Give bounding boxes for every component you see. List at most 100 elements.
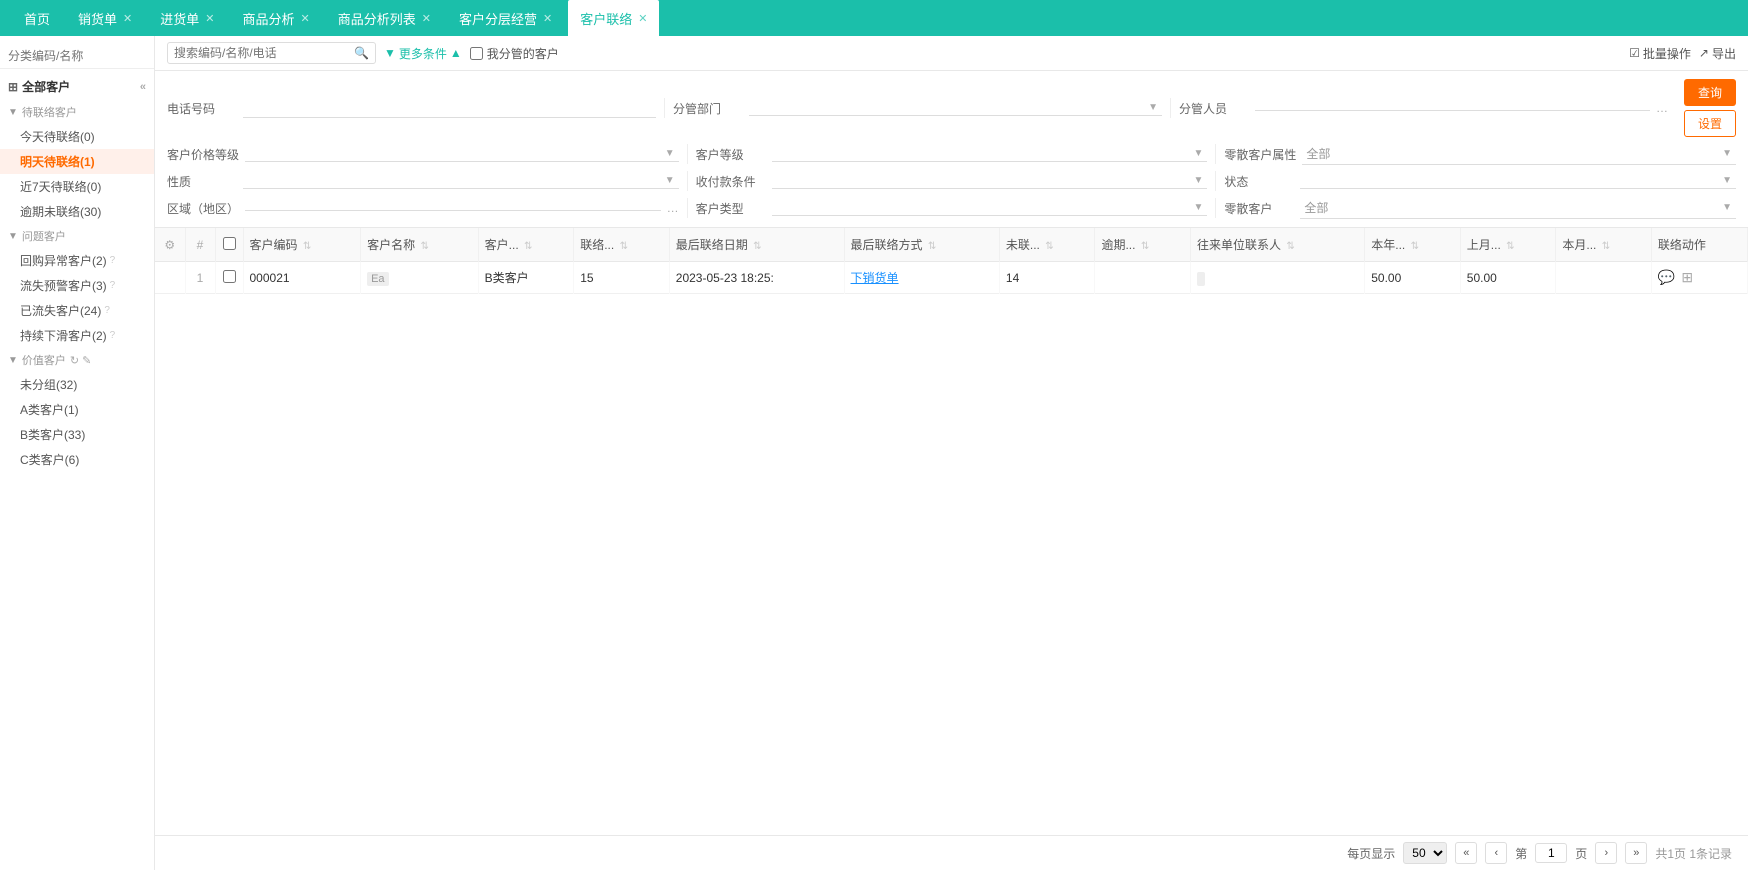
problem-group-label[interactable]: ▼ 问题客户 <box>0 224 154 248</box>
status-select[interactable]: ▼ <box>1300 173 1736 189</box>
help-icon-3[interactable]: ? <box>104 305 110 316</box>
sidebar-search-input[interactable] <box>8 49 155 63</box>
col-customer-code[interactable]: 客户编码 ⇅ <box>243 228 361 262</box>
col-settings[interactable]: ⚙ <box>155 228 185 262</box>
sidebar-item-today-contact[interactable]: 今天待联络(0) <box>0 124 154 149</box>
filter-retail-attr: 零散客户属性 全部 ▼ <box>1224 143 1736 165</box>
sidebar-item-declining[interactable]: 持续下滑客户(2) ? <box>0 323 154 348</box>
row-check[interactable] <box>215 262 243 294</box>
help-icon-2[interactable]: ? <box>110 280 116 291</box>
nav-product-analysis[interactable]: 商品分析 ✕ <box>230 0 321 36</box>
col-customer-type[interactable]: 客户... ⇅ <box>478 228 574 262</box>
close-customer-contact-icon[interactable]: ✕ <box>638 12 647 25</box>
grid-icon: ⊞ <box>8 80 18 94</box>
col-this-year[interactable]: 本年... ⇅ <box>1365 228 1461 262</box>
dept-select[interactable]: ▼ <box>749 100 1162 116</box>
sidebar: 🔍 ⊞ 全部客户 « ▼ 待联络客户 今天待联络(0) 明天待联络(1) 近7天… <box>0 36 155 870</box>
filter-customer-level: 客户等级 ▼ <box>696 146 1208 163</box>
export-btn[interactable]: ↗ 导出 <box>1699 45 1736 62</box>
nav-customer-contact[interactable]: 客户联络 ✕ <box>568 0 659 36</box>
bulk-action-btn[interactable]: ☑ 批量操作 <box>1629 45 1691 62</box>
query-button[interactable]: 查询 <box>1684 79 1736 106</box>
set-button[interactable]: 设置 <box>1684 110 1736 137</box>
phone-input[interactable] <box>243 99 656 118</box>
price-level-select[interactable]: ▼ <box>245 146 679 162</box>
page-size-select[interactable]: 50 <box>1403 842 1447 864</box>
more-conditions-btn[interactable]: ▼ 更多条件 ▲ <box>384 45 462 62</box>
page-input[interactable] <box>1535 843 1567 863</box>
row-last-contact-method[interactable]: 下销货单 <box>844 262 999 294</box>
checkbox-icon: ☑ <box>1629 46 1640 60</box>
last-page-btn[interactable]: » <box>1625 842 1647 864</box>
next-page-btn[interactable]: › <box>1595 842 1617 864</box>
close-product-analysis-icon[interactable]: ✕ <box>301 12 310 25</box>
close-product-analysis-list-icon[interactable]: ✕ <box>422 12 431 25</box>
region-more-dots[interactable]: … <box>667 201 679 215</box>
search-icon[interactable]: 🔍 <box>354 46 369 60</box>
action-icons: 💬 ⊞ <box>1658 269 1741 286</box>
filter-row-1: 电话号码 分管部门 ▼ 分管人员 … 查询 <box>167 79 1736 137</box>
col-last-contact-date[interactable]: 最后联络日期 ⇅ <box>669 228 844 262</box>
col-uncontacted[interactable]: 未联... ⇅ <box>999 228 1095 262</box>
arrow-down-icon-3: ▼ <box>8 355 18 366</box>
contact-method-link[interactable]: 下销货单 <box>851 271 899 285</box>
sidebar-item-churn-warning[interactable]: 流失预警客户(3) ? <box>0 273 154 298</box>
export-icon: ↗ <box>1699 46 1709 60</box>
sidebar-item-ungrouped[interactable]: 未分组(32) <box>0 372 154 397</box>
col-overdue[interactable]: 逾期... ⇅ <box>1095 228 1191 262</box>
all-customers-title[interactable]: ⊞ 全部客户 « <box>0 73 154 100</box>
action-qr-icon[interactable]: ⊞ <box>1681 269 1693 286</box>
prev-page-btn[interactable]: ‹ <box>1485 842 1507 864</box>
nav-home[interactable]: 首页 <box>12 0 62 36</box>
col-this-month[interactable]: 本月... ⇅ <box>1556 228 1652 262</box>
collapse-icon[interactable]: « <box>140 81 146 93</box>
col-last-month[interactable]: 上月... ⇅ <box>1460 228 1556 262</box>
value-group-label[interactable]: ▼ 价值客户 ↻ ✎ <box>0 348 154 372</box>
value-group-refresh-icon[interactable]: ↻ <box>70 354 79 367</box>
filter-price-level: 客户价格等级 ▼ <box>167 146 679 163</box>
col-customer-name[interactable]: 客户名称 ⇅ <box>361 228 479 262</box>
retail-customer-select[interactable]: 全部 ▼ <box>1300 197 1736 219</box>
first-page-btn[interactable]: « <box>1455 842 1477 864</box>
sidebar-item-churned[interactable]: 已流失客户(24) ? <box>0 298 154 323</box>
col-last-contact-method[interactable]: 最后联络方式 ⇅ <box>844 228 999 262</box>
select-all-checkbox[interactable] <box>223 237 236 250</box>
value-group-edit-icon[interactable]: ✎ <box>82 354 91 367</box>
payment-select[interactable]: ▼ <box>772 173 1208 189</box>
help-icon-4[interactable]: ? <box>110 330 116 341</box>
search-input[interactable] <box>174 46 354 60</box>
sidebar-item-type-b[interactable]: B类客户(33) <box>0 422 154 447</box>
close-purchase-order-icon[interactable]: ✕ <box>205 12 214 25</box>
col-contact-count[interactable]: 联络... ⇅ <box>574 228 670 262</box>
sidebar-item-type-a[interactable]: A类客户(1) <box>0 397 154 422</box>
close-sales-order-icon[interactable]: ✕ <box>123 12 132 25</box>
sidebar-item-tomorrow-contact[interactable]: 明天待联络(1) <box>0 149 154 174</box>
nav-customer-tier[interactable]: 客户分层经营 ✕ <box>447 0 564 36</box>
row-checkbox[interactable] <box>223 270 236 283</box>
my-customers-checkbox-wrap[interactable]: 我分管的客户 <box>470 45 559 62</box>
col-check[interactable] <box>215 228 243 262</box>
customer-type-select[interactable]: ▼ <box>772 200 1208 216</box>
nav-purchase-order[interactable]: 进货单 ✕ <box>148 0 226 36</box>
right-actions: ☑ 批量操作 ↗ 导出 <box>1629 45 1736 62</box>
gender-select[interactable]: ▼ <box>243 173 679 189</box>
nav-product-analysis-list[interactable]: 商品分析列表 ✕ <box>326 0 443 36</box>
retail-attr-select[interactable]: 全部 ▼ <box>1302 143 1736 165</box>
action-message-icon[interactable]: 💬 <box>1658 269 1675 286</box>
sidebar-item-repurchase-abnormal[interactable]: 回购异常客户(2) ? <box>0 248 154 273</box>
customer-level-select[interactable]: ▼ <box>772 146 1208 162</box>
filter-region: 区域（地区） … <box>167 200 679 217</box>
help-icon-1[interactable]: ? <box>110 255 116 266</box>
dept-select-arrow: ▼ <box>1148 102 1158 113</box>
filter-payment: 收付款条件 ▼ <box>696 173 1208 190</box>
sidebar-item-overdue-contact[interactable]: 逾期未联络(30) <box>0 199 154 224</box>
nav-sales-order[interactable]: 销货单 ✕ <box>66 0 144 36</box>
person-more-dots[interactable]: … <box>1656 101 1668 115</box>
my-customers-checkbox[interactable] <box>470 47 483 60</box>
pending-group-label[interactable]: ▼ 待联络客户 <box>0 100 154 124</box>
sort-icon-method: ⇅ <box>928 241 936 252</box>
close-customer-tier-icon[interactable]: ✕ <box>543 12 552 25</box>
sidebar-item-type-c[interactable]: C类客户(6) <box>0 447 154 472</box>
col-contact-person[interactable]: 往来单位联系人 ⇅ <box>1191 228 1365 262</box>
sidebar-item-7days-contact[interactable]: 近7天待联络(0) <box>0 174 154 199</box>
